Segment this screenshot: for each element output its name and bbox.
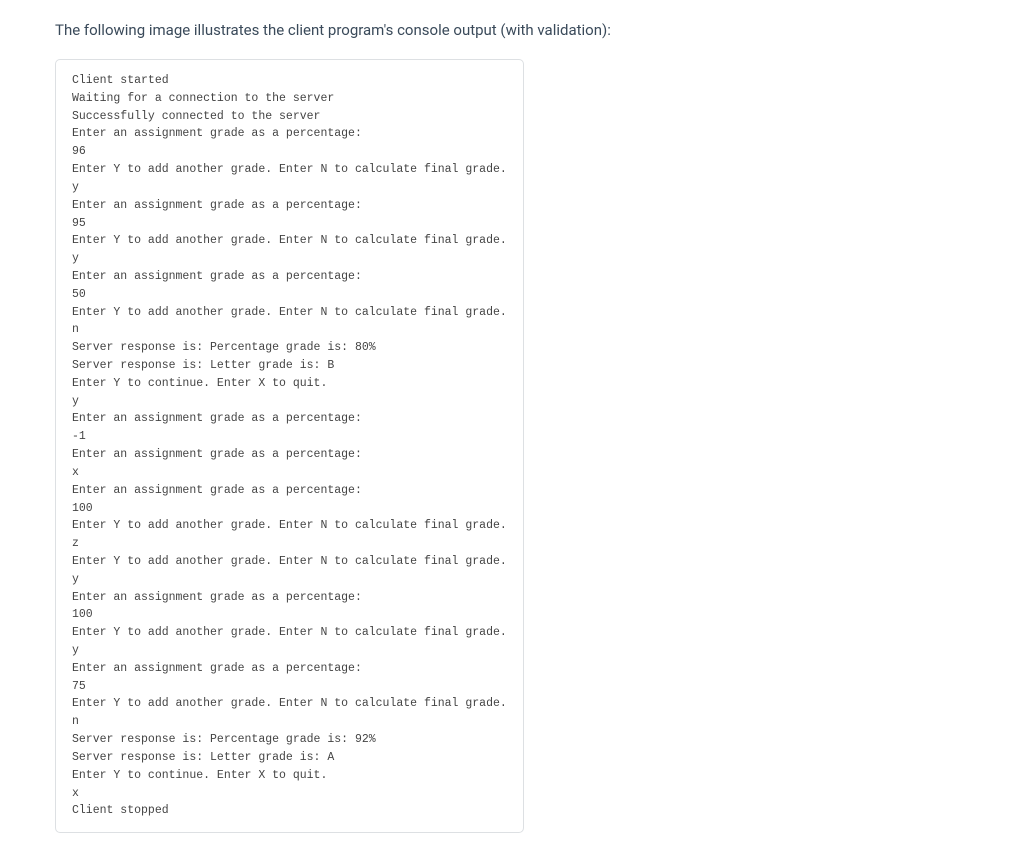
console-line: 50 [72,286,507,304]
console-line: Enter Y to add another grade. Enter N to… [72,161,507,179]
console-line: y [72,250,507,268]
console-line: x [72,785,507,803]
console-line: Client stopped [72,802,507,820]
console-line: Client started [72,72,507,90]
console-line: y [72,179,507,197]
console-line: Enter Y to add another grade. Enter N to… [72,304,507,322]
console-line: 100 [72,606,507,624]
console-line: n [72,713,507,731]
console-line: 75 [72,678,507,696]
console-line: Enter an assignment grade as a percentag… [72,125,507,143]
console-line: Enter an assignment grade as a percentag… [72,589,507,607]
console-line: y [72,571,507,589]
console-line: Waiting for a connection to the server [72,90,507,108]
console-line: Server response is: Percentage grade is:… [72,339,507,357]
console-line: Enter Y to add another grade. Enter N to… [72,695,507,713]
console-line: Enter Y to continue. Enter X to quit. [72,767,507,785]
console-line: n [72,321,507,339]
console-line: Enter an assignment grade as a percentag… [72,410,507,428]
console-line: Enter Y to add another grade. Enter N to… [72,517,507,535]
console-line: 96 [72,143,507,161]
console-line: 95 [72,215,507,233]
console-line: Successfully connected to the server [72,108,507,126]
console-line: Enter Y to continue. Enter X to quit. [72,375,507,393]
console-line: Server response is: Letter grade is: B [72,357,507,375]
console-line: Enter an assignment grade as a percentag… [72,197,507,215]
console-line: y [72,393,507,411]
console-line: z [72,535,507,553]
console-line: Enter Y to add another grade. Enter N to… [72,553,507,571]
console-line: Enter an assignment grade as a percentag… [72,446,507,464]
console-line: -1 [72,428,507,446]
console-line: 100 [72,500,507,518]
console-output-block: Client startedWaiting for a connection t… [55,59,524,833]
console-line: Enter an assignment grade as a percentag… [72,268,507,286]
console-line: Server response is: Letter grade is: A [72,749,507,767]
intro-text: The following image illustrates the clie… [55,20,955,41]
console-line: Enter Y to add another grade. Enter N to… [72,232,507,250]
console-line: Enter an assignment grade as a percentag… [72,482,507,500]
console-line: Enter Y to add another grade. Enter N to… [72,624,507,642]
document-container: The following image illustrates the clie… [0,0,1010,853]
console-line: Enter an assignment grade as a percentag… [72,660,507,678]
console-line: y [72,642,507,660]
console-line: Server response is: Percentage grade is:… [72,731,507,749]
console-line: x [72,464,507,482]
